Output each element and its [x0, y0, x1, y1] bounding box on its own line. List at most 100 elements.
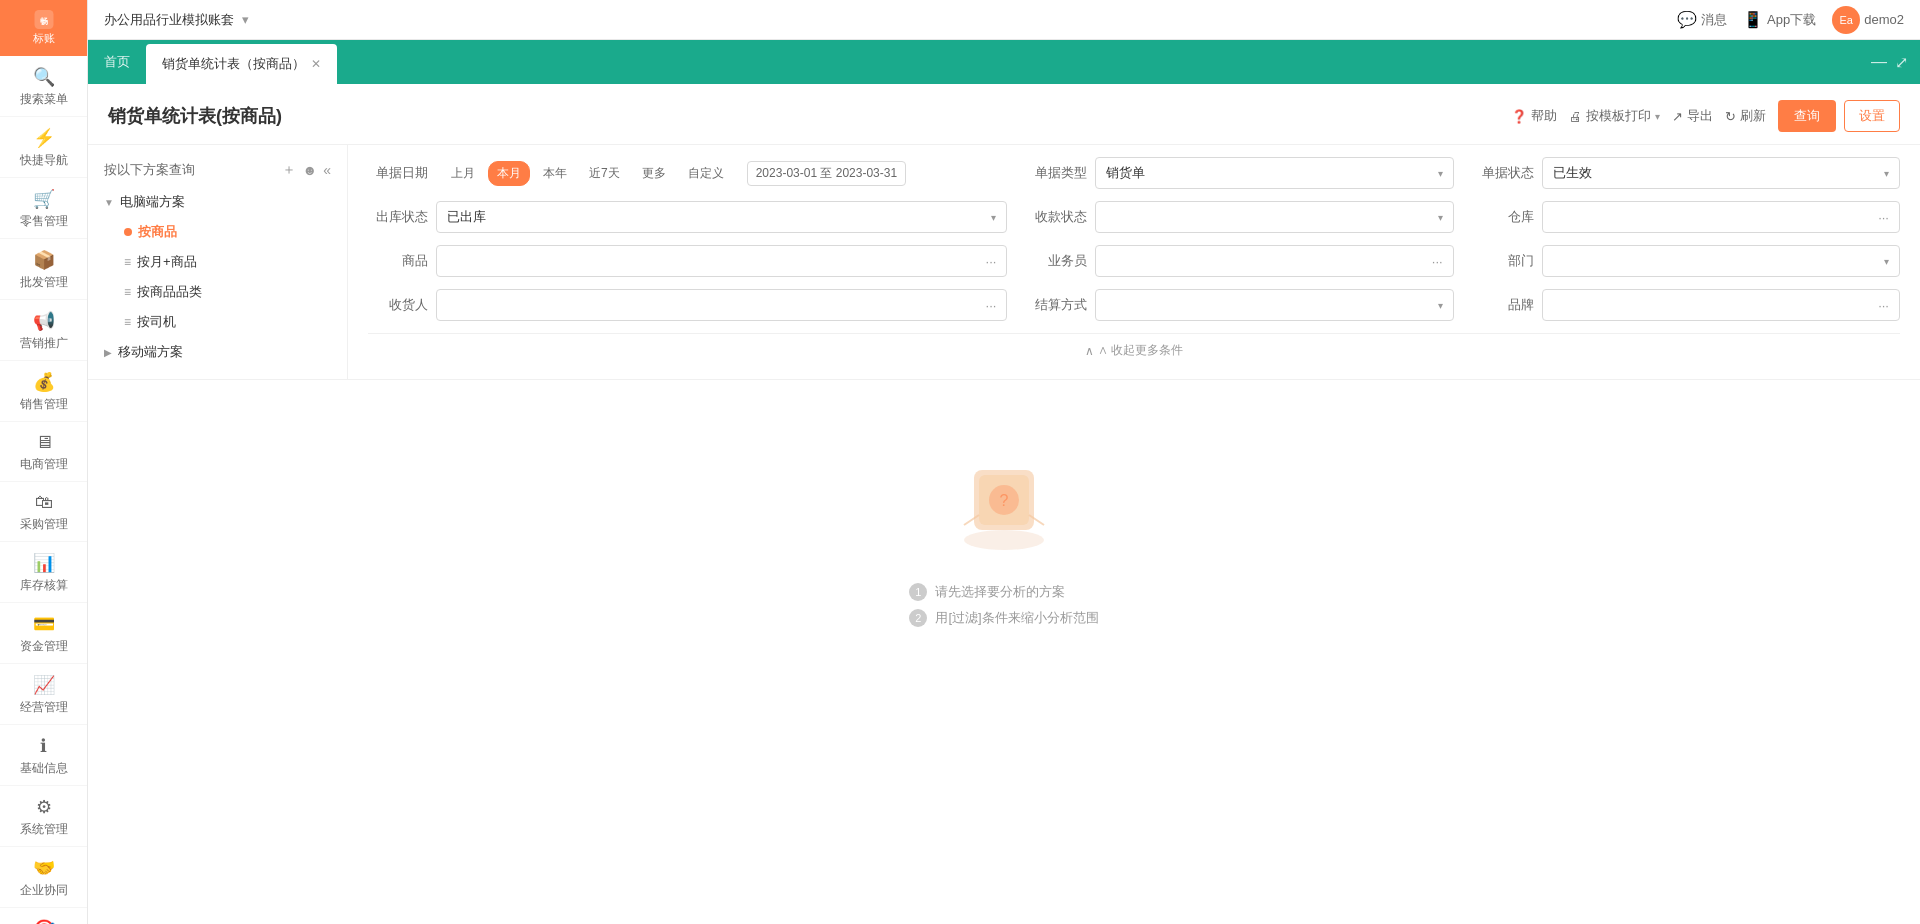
tip-text-1: 请先选择要分析的方案 — [935, 583, 1065, 601]
filter-tree-pc-children: 按商品 ≡ 按月+商品 ≡ 按商品品类 ≡ — [96, 217, 339, 337]
message-button[interactable]: 💬 消息 — [1677, 10, 1727, 29]
sidebar-item-cooperation[interactable]: 🤝 企业协同 — [0, 847, 87, 908]
avatar: Ea — [1832, 6, 1860, 34]
date-tab-this-year[interactable]: 本年 — [534, 161, 576, 186]
sidebar-item-retail[interactable]: 🛒 零售管理 — [0, 178, 87, 239]
sidebar-item-basics[interactable]: ℹ 基础信息 — [0, 725, 87, 786]
sidebar-item-quick-nav[interactable]: ⚡ 快捷导航 — [0, 117, 87, 178]
filter-select-product[interactable]: ··· — [436, 245, 1007, 277]
filter-body: 按以下方案查询 ＋ ☻ « ▼ 电脑端方案 — [88, 145, 1920, 379]
date-tab-7days[interactable]: 近7天 — [580, 161, 629, 186]
filter-label-department: 部门 — [1474, 252, 1534, 270]
filter-select-doc-type[interactable]: 销货单 ▾ — [1095, 157, 1453, 189]
filter-row-3: 商品 ··· 业务员 ··· — [368, 245, 1900, 277]
filter-row-4: 收货人 ··· 结算方式 ▾ — [368, 289, 1900, 321]
filter-tree-category-icon: ≡ — [124, 285, 131, 299]
purchase-icon: 🛍 — [35, 492, 53, 513]
filter-field-doc-status: 单据状态 已生效 ▾ — [1474, 157, 1900, 189]
filter-tree-pc[interactable]: ▼ 电脑端方案 — [96, 187, 339, 217]
empty-state-tip-2: 2 用[过滤]条件来缩小分析范围 — [909, 609, 1098, 627]
collapse-bar-text: ∧ 收起更多条件 — [1098, 342, 1183, 359]
sidebar-item-ecommerce[interactable]: 🖥 电商管理 — [0, 422, 87, 482]
sidebar-logo-text: 标账 — [33, 31, 55, 46]
filter-select-settlement[interactable]: ▾ — [1095, 289, 1453, 321]
filter-label-salesperson: 业务员 — [1027, 252, 1087, 270]
help-button[interactable]: ❓ 帮助 — [1511, 107, 1557, 125]
search-menu-icon: 🔍 — [33, 66, 55, 88]
filter-warehouse-dots: ··· — [1878, 210, 1889, 225]
marketing-icon: 📢 — [33, 310, 55, 332]
sidebar-item-finance[interactable]: 💳 资金管理 — [0, 603, 87, 664]
filter-select-consignee[interactable]: ··· — [436, 289, 1007, 321]
sidebar-item-sales[interactable]: 💰 销售管理 — [0, 361, 87, 422]
refresh-icon: ↻ — [1725, 109, 1736, 124]
tab-sales-stats[interactable]: 销货单统计表（按商品） ✕ — [146, 44, 337, 84]
filter-select-payment-status-arrow: ▾ — [1438, 212, 1443, 223]
message-icon: 💬 — [1677, 10, 1697, 29]
export-button[interactable]: ↗ 导出 — [1672, 107, 1713, 125]
date-tab-more[interactable]: 更多 — [633, 161, 675, 186]
topbar: 办公用品行业模拟账套 ▾ 💬 消息 📱 App下载 Ea demo2 — [88, 0, 1920, 40]
filter-select-payment-status[interactable]: ▾ — [1095, 201, 1453, 233]
sidebar-item-inventory[interactable]: 📊 库存核算 — [0, 542, 87, 603]
export-label: 导出 — [1687, 107, 1713, 125]
refresh-button[interactable]: ↻ 刷新 — [1725, 107, 1766, 125]
filter-settings-icon[interactable]: ☻ — [302, 162, 317, 178]
filter-tree-by-month-product[interactable]: ≡ 按月+商品 — [116, 247, 339, 277]
sidebar-menu-list: 🔍 搜索菜单 ⚡ 快捷导航 🛒 零售管理 📦 批发管理 📢 营销推广 💰 销售管… — [0, 56, 87, 924]
collapse-bar[interactable]: ∧ ∧ 收起更多条件 — [368, 333, 1900, 363]
query-button[interactable]: 查询 — [1778, 100, 1836, 132]
tabbar-minimize-icon[interactable]: — — [1871, 53, 1887, 71]
message-label: 消息 — [1701, 11, 1727, 29]
filter-tree-by-category[interactable]: ≡ 按商品品类 — [116, 277, 339, 307]
filter-tree-by-cashier-label: 按司机 — [137, 313, 176, 331]
filter-select-department[interactable]: ▾ — [1542, 245, 1900, 277]
filter-select-warehouse[interactable]: ··· — [1542, 201, 1900, 233]
user-menu[interactable]: Ea demo2 — [1832, 6, 1904, 34]
filter-tree-by-product[interactable]: 按商品 — [116, 217, 339, 247]
tab-close-icon[interactable]: ✕ — [311, 57, 321, 71]
sidebar-item-purchase[interactable]: 🛍 采购管理 — [0, 482, 87, 542]
filter-add-icon[interactable]: ＋ — [282, 161, 296, 179]
filter-product-dots: ··· — [986, 254, 997, 269]
date-tab-last-month[interactable]: 上月 — [442, 161, 484, 186]
print-icon: 🖨 — [1569, 109, 1582, 124]
sidebar-item-marketing[interactable]: 📢 营销推广 — [0, 300, 87, 361]
filter-left-panel: 按以下方案查询 ＋ ☻ « ▼ 电脑端方案 — [88, 145, 348, 379]
filter-collapse-icon[interactable]: « — [323, 162, 331, 178]
filter-field-doc-type: 单据类型 销货单 ▾ — [1027, 157, 1453, 189]
filter-select-doc-status[interactable]: 已生效 ▾ — [1542, 157, 1900, 189]
filter-tree-by-product-dot — [124, 228, 132, 236]
industry-dropdown-icon[interactable]: ▾ — [242, 12, 249, 27]
sidebar-item-search-menu[interactable]: 🔍 搜索菜单 — [0, 56, 87, 117]
app-download-button[interactable]: 📱 App下载 — [1743, 10, 1816, 29]
date-tab-custom[interactable]: 自定义 — [679, 161, 733, 186]
settings-button[interactable]: 设置 — [1844, 100, 1900, 132]
basics-icon: ℹ — [40, 735, 47, 757]
filter-date-range[interactable]: 2023-03-01 至 2023-03-31 — [747, 161, 906, 186]
tip-text-2: 用[过滤]条件来缩小分析范围 — [935, 609, 1098, 627]
template-print-button[interactable]: 🖨 按模板打印 ▾ — [1569, 107, 1660, 125]
filter-select-salesperson[interactable]: ··· — [1095, 245, 1453, 277]
filter-select-doc-type-arrow: ▾ — [1438, 168, 1443, 179]
sidebar-item-cooperation-label: 企业协同 — [20, 882, 68, 899]
user-label: demo2 — [1864, 12, 1904, 27]
date-tab-this-month[interactable]: 本月 — [488, 161, 530, 186]
sidebar-item-guide[interactable]: 🎯 新手引导 — [0, 908, 87, 924]
sidebar-item-wholesale[interactable]: 📦 批发管理 — [0, 239, 87, 300]
tab-home[interactable]: 首页 — [88, 40, 146, 84]
tip-num-2: 2 — [909, 609, 927, 627]
filter-tree-cashier-icon: ≡ — [124, 315, 131, 329]
collapse-icon: ∧ — [1085, 344, 1094, 358]
filter-select-brand[interactable]: ··· — [1542, 289, 1900, 321]
sidebar-item-system[interactable]: ⚙ 系统管理 — [0, 786, 87, 847]
filter-tree-mobile-label: 移动端方案 — [118, 343, 183, 361]
filter-tree-mobile[interactable]: ▶ 移动端方案 — [96, 337, 339, 367]
filter-tree-by-cashier[interactable]: ≡ 按司机 — [116, 307, 339, 337]
tabbar-expand-icon[interactable]: ⤢ — [1895, 53, 1908, 72]
sidebar-item-quick-nav-label: 快捷导航 — [20, 152, 68, 169]
empty-state: ? 1 请先选择要分析的方案 2 用[过滤]条件来缩小分析范围 — [88, 380, 1920, 687]
filter-select-stock-status[interactable]: 已出库 ▾ — [436, 201, 1007, 233]
sidebar-item-search-menu-label: 搜索菜单 — [20, 91, 68, 108]
sidebar-item-operations[interactable]: 📈 经营管理 — [0, 664, 87, 725]
